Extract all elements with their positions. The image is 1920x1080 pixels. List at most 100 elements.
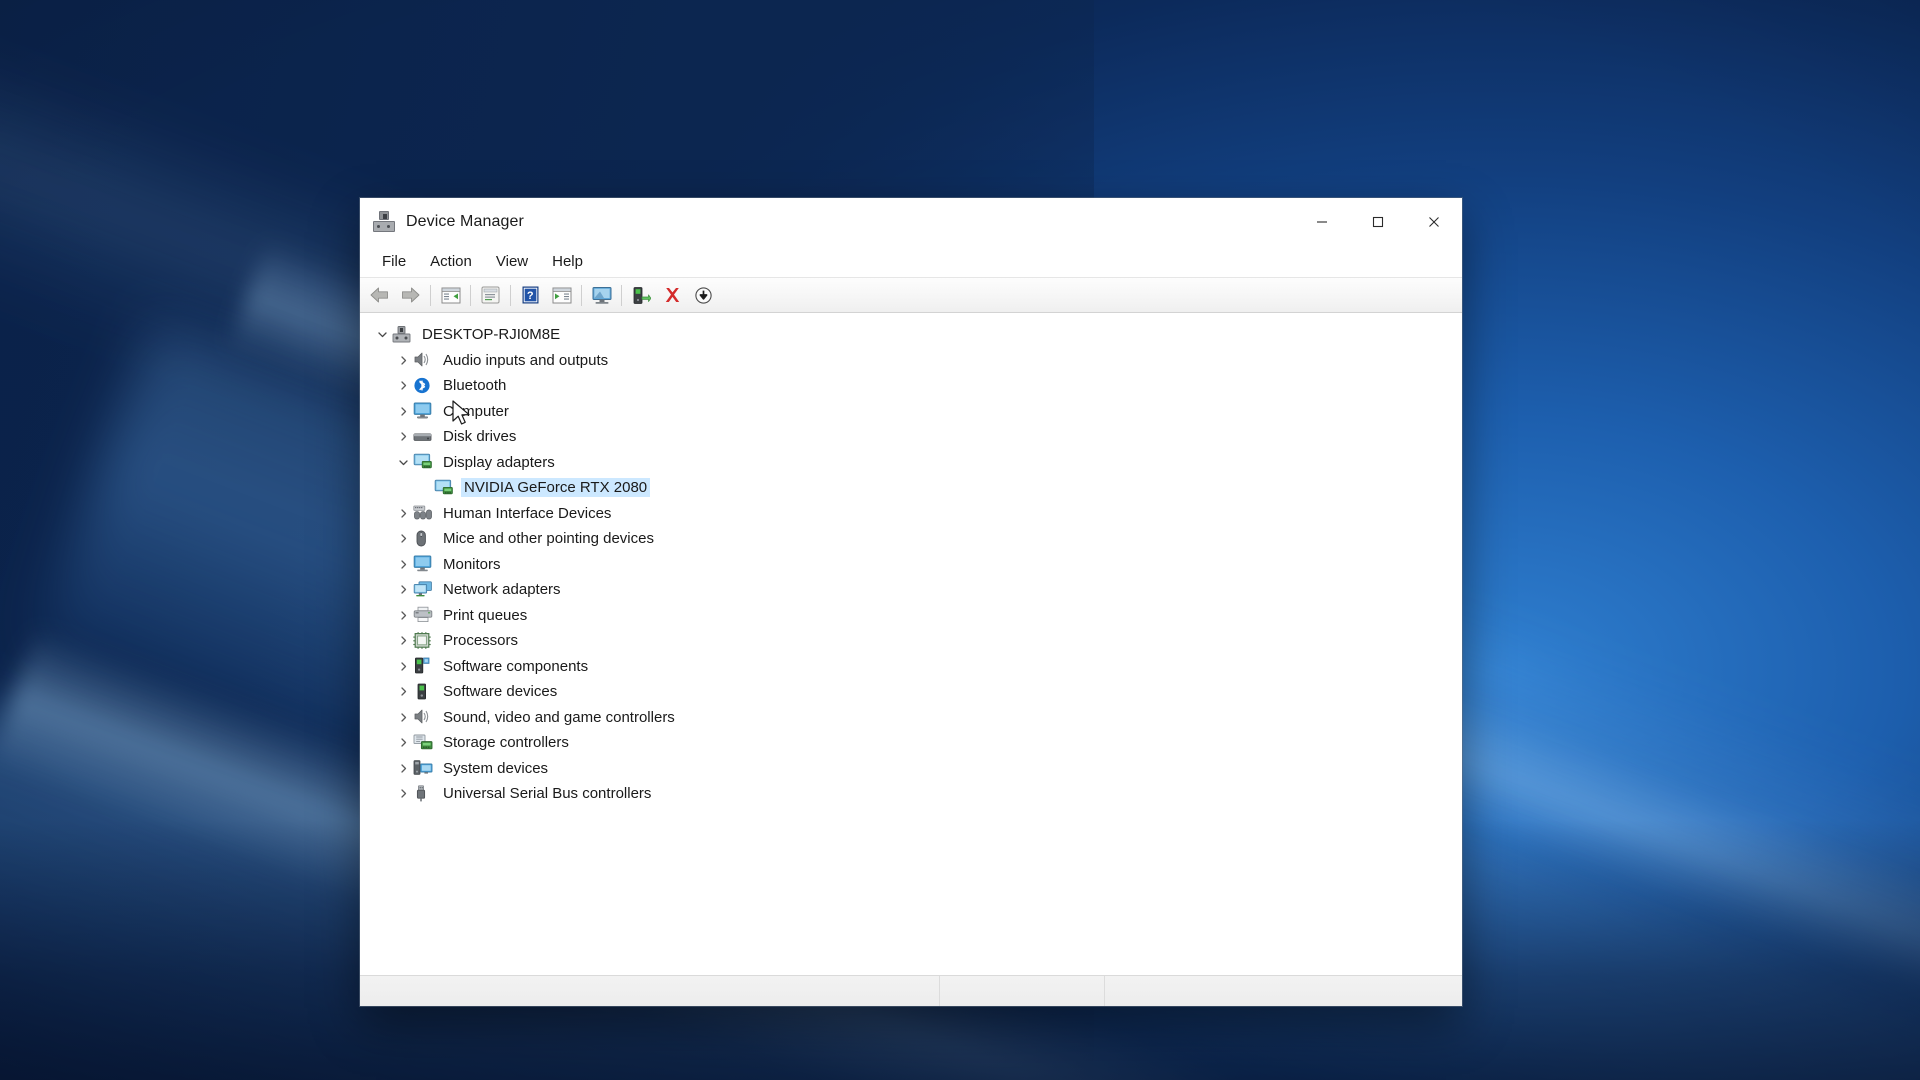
- svg-text:?: ?: [527, 290, 534, 302]
- tree-item-label: Human Interface Devices: [440, 504, 614, 523]
- tree-item-label: Disk drives: [440, 427, 519, 446]
- tree-row-processors[interactable]: Processors: [360, 628, 1462, 654]
- toolbar-separator-4: [581, 285, 582, 306]
- tree-item-label: Computer: [440, 402, 512, 421]
- tree-row-network-adapters[interactable]: Network adapters: [360, 577, 1462, 603]
- tree-root-label: DESKTOP-RJI0M8E: [419, 325, 563, 344]
- bluetooth-icon: [413, 377, 433, 395]
- tree-row-software-components[interactable]: Software components: [360, 654, 1462, 680]
- chevron-right-icon[interactable]: [393, 737, 413, 748]
- tree-row-computer[interactable]: Computer: [360, 399, 1462, 425]
- action-pane-button[interactable]: [546, 281, 577, 310]
- tree-item-label: System devices: [440, 759, 551, 778]
- tree-row-print-queues[interactable]: Print queues: [360, 603, 1462, 629]
- toolbar: ?: [360, 278, 1462, 313]
- chevron-right-icon[interactable]: [393, 508, 413, 519]
- monitor-icon: [413, 555, 433, 573]
- tree-item-label: Processors: [440, 631, 521, 650]
- chevron-right-icon[interactable]: [393, 712, 413, 723]
- chevron-down-icon[interactable]: [393, 457, 413, 468]
- tree-row-universal-serial-bus-controllers[interactable]: Universal Serial Bus controllers: [360, 781, 1462, 807]
- tree-item-label: Print queues: [440, 606, 530, 625]
- system-device-icon: [413, 759, 433, 777]
- computer-root-icon: [392, 326, 412, 344]
- chevron-right-icon[interactable]: [393, 355, 413, 366]
- tree-row-software-devices[interactable]: Software devices: [360, 679, 1462, 705]
- disk-drive-icon: [413, 428, 433, 446]
- forward-button[interactable]: [395, 281, 426, 310]
- back-button[interactable]: [364, 281, 395, 310]
- tree-row-system-devices[interactable]: System devices: [360, 756, 1462, 782]
- chevron-right-icon[interactable]: [393, 380, 413, 391]
- disable-device-button[interactable]: [688, 281, 719, 310]
- tree-item-label: Network adapters: [440, 580, 564, 599]
- tree-row-root[interactable]: DESKTOP-RJI0M8E: [360, 322, 1462, 348]
- toolbar-separator-2: [470, 285, 471, 306]
- speaker-icon: [413, 351, 433, 369]
- software-device-icon: [413, 683, 433, 701]
- tree-row-storage-controllers[interactable]: Storage controllers: [360, 730, 1462, 756]
- action-pane-icon: [552, 287, 572, 304]
- chevron-right-icon[interactable]: [393, 763, 413, 774]
- device-tree[interactable]: DESKTOP-RJI0M8E Audio inputs and outputs: [360, 313, 1462, 975]
- chevron-right-icon[interactable]: [393, 559, 413, 570]
- chevron-right-icon[interactable]: [393, 661, 413, 672]
- tree-row-mice-and-other-pointing-devices[interactable]: Mice and other pointing devices: [360, 526, 1462, 552]
- tree-item-label: Software components: [440, 657, 591, 676]
- update-driver-button[interactable]: [626, 281, 657, 310]
- tree-row-monitors[interactable]: Monitors: [360, 552, 1462, 578]
- chevron-right-icon[interactable]: [393, 406, 413, 417]
- help-icon: ?: [522, 286, 539, 304]
- tree-row-nvidia-geforce-rtx-2080[interactable]: NVIDIA GeForce RTX 2080: [360, 475, 1462, 501]
- forward-arrow-icon: [400, 286, 421, 304]
- menu-help[interactable]: Help: [540, 250, 595, 273]
- software-component-icon: [413, 657, 433, 675]
- chevron-right-icon[interactable]: [393, 610, 413, 621]
- tree-item-label: Bluetooth: [440, 376, 509, 395]
- uninstall-device-button[interactable]: [657, 281, 688, 310]
- close-button[interactable]: [1406, 198, 1462, 246]
- tree-row-display-adapters[interactable]: Display adapters: [360, 450, 1462, 476]
- help-button[interactable]: ?: [515, 281, 546, 310]
- status-segment-3: [1105, 976, 1462, 1006]
- chevron-right-icon[interactable]: [393, 635, 413, 646]
- uninstall-device-icon: [663, 286, 682, 305]
- menu-action[interactable]: Action: [418, 250, 484, 273]
- status-segment-1: [360, 976, 940, 1006]
- speaker-icon: [413, 708, 433, 726]
- tree-row-audio-inputs-and-outputs[interactable]: Audio inputs and outputs: [360, 348, 1462, 374]
- chevron-right-icon[interactable]: [393, 584, 413, 595]
- menu-view[interactable]: View: [484, 250, 540, 273]
- tree-row-disk-drives[interactable]: Disk drives: [360, 424, 1462, 450]
- show-hide-console-tree-icon: [441, 287, 461, 304]
- window-controls: [1294, 198, 1462, 246]
- display-adapter-icon: [413, 453, 433, 471]
- scan-for-hardware-changes-button[interactable]: [586, 281, 617, 310]
- properties-icon: [481, 286, 500, 304]
- tree-item-label: Audio inputs and outputs: [440, 351, 611, 370]
- tree-row-bluetooth[interactable]: Bluetooth: [360, 373, 1462, 399]
- show-hide-console-tree-button[interactable]: [435, 281, 466, 310]
- tree-row-human-interface-devices[interactable]: Human Interface Devices: [360, 501, 1462, 527]
- status-segment-2: [940, 976, 1105, 1006]
- chevron-down-icon[interactable]: [372, 329, 392, 340]
- maximize-icon: [1372, 216, 1384, 228]
- tree-item-label: Storage controllers: [440, 733, 572, 752]
- maximize-button[interactable]: [1350, 198, 1406, 246]
- display-adapter-icon: [434, 479, 454, 497]
- tree-item-label: Sound, video and game controllers: [440, 708, 678, 727]
- toolbar-separator-3: [510, 285, 511, 306]
- close-icon: [1428, 216, 1440, 228]
- device-manager-window: Device Manager File Action: [360, 198, 1462, 1006]
- chevron-right-icon[interactable]: [393, 788, 413, 799]
- chevron-right-icon[interactable]: [393, 431, 413, 442]
- chevron-right-icon[interactable]: [393, 686, 413, 697]
- menu-file[interactable]: File: [370, 250, 418, 273]
- status-bar: [360, 975, 1462, 1006]
- back-arrow-icon: [369, 286, 390, 304]
- properties-button[interactable]: [475, 281, 506, 310]
- chevron-right-icon[interactable]: [393, 533, 413, 544]
- tree-row-sound-video-and-game-controllers[interactable]: Sound, video and game controllers: [360, 705, 1462, 731]
- toolbar-separator-1: [430, 285, 431, 306]
- minimize-button[interactable]: [1294, 198, 1350, 246]
